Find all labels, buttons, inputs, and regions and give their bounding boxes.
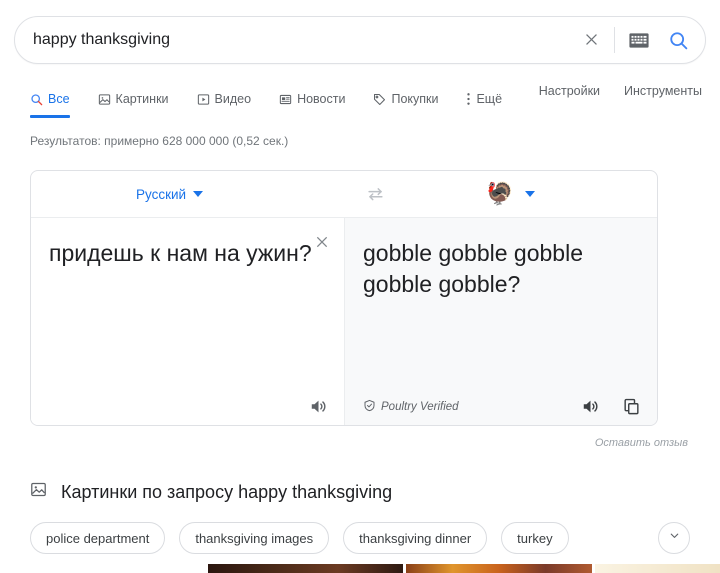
- thumbnail-item[interactable]: [594, 564, 720, 573]
- images-section-title: Картинки по запросу happy thanksgiving: [61, 481, 393, 502]
- expand-chips-button[interactable]: [658, 522, 690, 554]
- speaker-icon[interactable]: [581, 397, 600, 416]
- shield-check-icon: [363, 399, 376, 415]
- chevron-down-icon: [193, 191, 204, 197]
- source-language-selector[interactable]: Русский: [136, 186, 204, 202]
- chip-thanksgiving-dinner[interactable]: thanksgiving dinner: [343, 522, 488, 554]
- target-language-selector[interactable]: 🦃: [486, 181, 536, 206]
- images-section-header: Картинки по запросу happy thanksgiving: [30, 481, 392, 503]
- tab-label: Все: [48, 92, 70, 106]
- poultry-verified-badge: Poultry Verified: [363, 399, 459, 415]
- source-language-label: Русский: [136, 186, 187, 202]
- tag-icon: [373, 93, 386, 106]
- translate-target-panel: gobble gobble gobble gobble gobble? Poul…: [344, 218, 657, 425]
- video-icon: [197, 93, 210, 106]
- speaker-icon[interactable]: [309, 397, 328, 416]
- tab-videos[interactable]: Видео: [197, 84, 252, 114]
- tab-label: Видео: [214, 92, 252, 106]
- target-panel-footer: Poultry Verified: [363, 397, 641, 416]
- news-icon: [279, 93, 292, 106]
- tab-shopping[interactable]: Покупки: [373, 84, 438, 114]
- chip-thanksgiving-images[interactable]: thanksgiving images: [179, 522, 330, 554]
- translate-card: Русский 🦃 придешь к нам на ужин? gobble …: [30, 170, 658, 426]
- tab-active-underline: [30, 115, 70, 118]
- clear-source-icon[interactable]: [314, 234, 330, 253]
- image-icon: [98, 93, 111, 106]
- translate-header: Русский 🦃: [31, 171, 657, 218]
- tab-images[interactable]: Картинки: [98, 84, 169, 114]
- target-text: gobble gobble gobble gobble gobble?: [363, 240, 583, 298]
- tab-label: Новости: [297, 92, 346, 106]
- source-panel-footer: [49, 397, 328, 416]
- tab-news[interactable]: Новости: [279, 84, 345, 114]
- image-icon: [30, 481, 47, 503]
- clear-search-icon[interactable]: [574, 18, 608, 62]
- feedback-link[interactable]: Оставить отзыв: [595, 437, 688, 449]
- settings-link[interactable]: Настройки: [539, 84, 600, 98]
- result-stats: Результатов: примерно 628 000 000 (0,52 …: [30, 134, 289, 148]
- turkey-emoji-icon: 🦃: [486, 181, 514, 206]
- related-searches-chips: police department thanksgiving images th…: [30, 522, 690, 554]
- search-tabs: Все Картинки Видео Новости Покупки Ещё Н…: [0, 84, 720, 118]
- chip-police-department[interactable]: police department: [30, 522, 166, 554]
- search-icon: [30, 93, 43, 106]
- translate-source-panel: придешь к нам на ужин?: [31, 218, 344, 425]
- chevron-down-icon: [668, 529, 681, 547]
- tabs-right-group: Настройки Инструменты: [539, 84, 720, 98]
- verified-label: Poultry Verified: [381, 400, 459, 413]
- thumbnail-item[interactable]: [406, 564, 592, 573]
- more-vertical-icon: [466, 92, 471, 106]
- chevron-down-icon: [525, 191, 536, 197]
- search-bar[interactable]: [14, 16, 706, 64]
- translate-body: придешь к нам на ужин? gobble gobble gob…: [31, 218, 657, 425]
- copy-icon[interactable]: [622, 397, 641, 416]
- source-footer-icons: [309, 397, 328, 416]
- tools-link[interactable]: Инструменты: [624, 84, 702, 98]
- chip-turkey[interactable]: turkey: [501, 522, 569, 554]
- search-submit-icon[interactable]: [655, 18, 701, 62]
- search-input[interactable]: [15, 17, 574, 63]
- source-text[interactable]: придешь к нам на ужин?: [49, 238, 326, 269]
- search-divider: [614, 27, 615, 53]
- target-footer-icons: [581, 397, 641, 416]
- tab-all[interactable]: Все: [30, 84, 70, 118]
- keyboard-icon[interactable]: [623, 18, 655, 62]
- tab-label: Ещё: [476, 92, 503, 106]
- tab-more[interactable]: Ещё: [466, 84, 502, 114]
- swap-languages-button[interactable]: [361, 180, 389, 208]
- tab-label: Покупки: [391, 92, 439, 106]
- thumbnail-item[interactable]: [208, 564, 404, 573]
- tab-label: Картинки: [115, 92, 169, 106]
- image-results-strip: [0, 564, 720, 573]
